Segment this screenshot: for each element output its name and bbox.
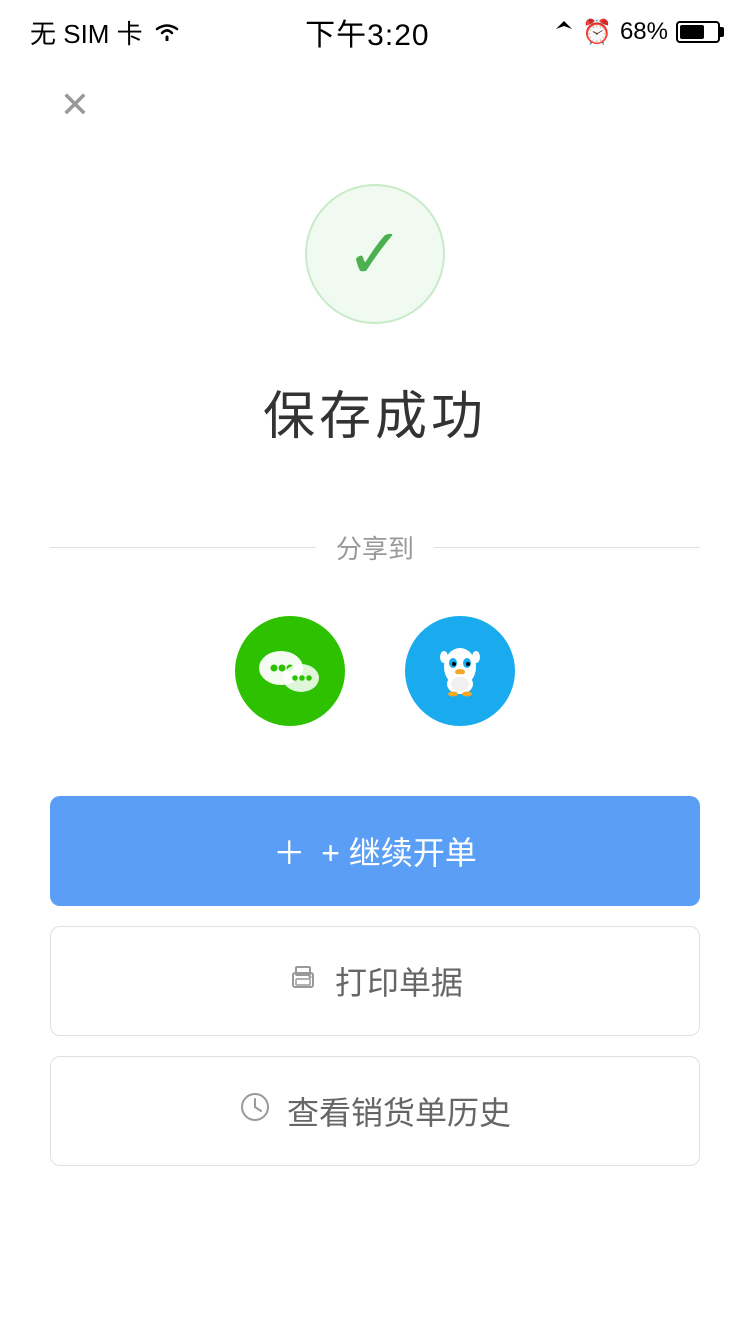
share-label: 分享到 <box>336 529 414 566</box>
divider-right <box>434 547 700 548</box>
continue-label: + 继续开单 <box>321 828 477 874</box>
clock-icon <box>239 1091 271 1131</box>
checkmark-icon: ✓ <box>346 219 405 289</box>
close-button[interactable]: ✕ <box>50 80 100 130</box>
close-icon: ✕ <box>60 84 90 126</box>
wechat-icon <box>255 636 325 706</box>
location-icon <box>554 18 574 46</box>
status-left: 无 SIM 卡 <box>30 14 181 51</box>
success-circle: ✓ <box>305 184 445 324</box>
wechat-share-button[interactable] <box>235 616 345 726</box>
share-section: 分享到 <box>50 529 700 726</box>
printer-icon <box>287 961 319 1001</box>
battery-icon <box>676 21 720 43</box>
plus-icon: ＋ <box>273 828 305 874</box>
qq-icon <box>430 641 490 701</box>
success-title: 保存成功 <box>263 374 487 449</box>
status-bar: 无 SIM 卡 下午3:20 ⏰ 68% <box>0 0 750 64</box>
share-icons <box>235 616 515 726</box>
print-label: 打印单据 <box>335 958 463 1004</box>
status-right: ⏰ 68% <box>554 18 720 47</box>
continue-button[interactable]: ＋ + 继续开单 <box>50 796 700 906</box>
divider-left <box>50 547 316 548</box>
success-section: ✓ 保存成功 <box>263 184 487 449</box>
wifi-icon <box>153 17 181 48</box>
history-label: 查看销货单历史 <box>287 1088 511 1134</box>
print-button[interactable]: 打印单据 <box>50 926 700 1036</box>
main-content: ✓ 保存成功 分享到 <box>0 64 750 1166</box>
alarm-icon: ⏰ <box>582 18 612 47</box>
battery-percent: 68% <box>620 18 668 46</box>
actions-section: ＋ + 继续开单 打印单据 <box>50 796 700 1166</box>
history-button[interactable]: 查看销货单历史 <box>50 1056 700 1166</box>
status-time: 下午3:20 <box>305 10 429 54</box>
no-sim-text: 无 SIM 卡 <box>30 14 143 51</box>
qq-share-button[interactable] <box>405 616 515 726</box>
share-divider: 分享到 <box>50 529 700 566</box>
